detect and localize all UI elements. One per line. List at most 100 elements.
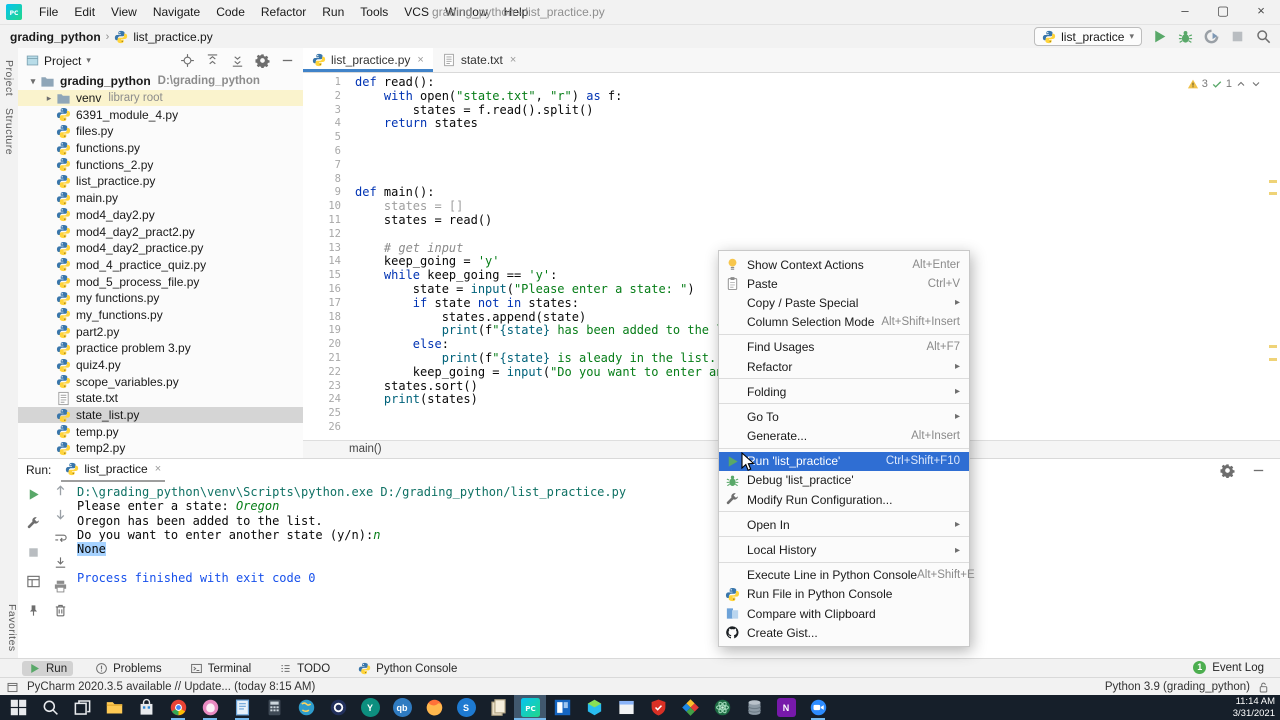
- context-menu-item-run-list-practice[interactable]: Run 'list_practice' Ctrl+Shift+F10: [719, 451, 969, 471]
- taskbar-button-store[interactable]: [130, 695, 162, 720]
- interpreter-label[interactable]: Python 3.9 (grading_python): [1105, 681, 1250, 693]
- menu-code[interactable]: Code: [208, 5, 253, 19]
- hide-panel-icon[interactable]: [1251, 463, 1266, 478]
- up-arrow-icon[interactable]: [53, 483, 68, 498]
- maximize-icon[interactable]: ▢: [1204, 0, 1242, 23]
- minimize-icon[interactable]: –: [1166, 0, 1204, 23]
- taskbar-button-white-window-app[interactable]: [610, 695, 642, 720]
- tree-item-scope-variables-py[interactable]: scope_variables.py: [18, 373, 303, 390]
- context-menu-item-go-to[interactable]: Go To: [719, 407, 969, 426]
- taskbar-button-task-view[interactable]: [66, 695, 98, 720]
- breadcrumb-project[interactable]: grading_python: [10, 30, 101, 44]
- editor-tab-state-txt[interactable]: state.txt ×: [433, 48, 525, 72]
- menu-edit[interactable]: Edit: [66, 5, 103, 19]
- tool-window-button-todo[interactable]: TODO: [273, 661, 336, 676]
- menu-vcs[interactable]: VCS: [396, 5, 437, 19]
- context-menu-item-find-usages[interactable]: Find Usages Alt+F7: [719, 338, 969, 357]
- tree-item-mod-4-practice-quiz-py[interactable]: mod_4_practice_quiz.py: [18, 257, 303, 274]
- context-menu-item-run-file-in-python-console[interactable]: Run File in Python Console: [719, 585, 969, 604]
- clear-console-icon[interactable]: [53, 603, 68, 618]
- tool-stripe-project[interactable]: Project: [3, 60, 15, 96]
- tree-item-mod-5-process-file-py[interactable]: mod_5_process_file.py: [18, 273, 303, 290]
- tree-item-state-txt[interactable]: state.txt: [18, 390, 303, 407]
- taskbar-button-chrome[interactable]: [162, 695, 194, 720]
- menu-file[interactable]: File: [31, 5, 66, 19]
- menu-refactor[interactable]: Refactor: [253, 5, 314, 19]
- tool-window-button-problems[interactable]: Problems: [89, 661, 168, 676]
- taskbar-button-red-shield-app[interactable]: [642, 695, 674, 720]
- taskbar-button-notepad[interactable]: [226, 695, 258, 720]
- tree-item-part2-py[interactable]: part2.py: [18, 323, 303, 340]
- console-output[interactable]: D:\grading_python\venv\Scripts\python.ex…: [77, 485, 1280, 585]
- pin-icon[interactable]: [26, 603, 41, 618]
- context-menu-item-generate[interactable]: Generate... Alt+Insert: [719, 427, 969, 449]
- context-menu-item-folding[interactable]: Folding: [719, 382, 969, 405]
- search-everywhere-icon[interactable]: [1255, 28, 1272, 45]
- soft-wrap-icon[interactable]: [53, 531, 68, 546]
- tool-window-button-run[interactable]: Run: [22, 661, 74, 676]
- tree-item-functions-2-py[interactable]: functions_2.py: [18, 156, 303, 173]
- taskbar-button-y-app[interactable]: Y: [354, 695, 386, 720]
- run-console-tab[interactable]: list_practice ×: [61, 458, 166, 482]
- collapse-all-icon[interactable]: [230, 53, 245, 68]
- menu-navigate[interactable]: Navigate: [145, 5, 208, 19]
- tree-item-list-practice-py[interactable]: list_practice.py: [18, 173, 303, 190]
- taskbar-button-calculator[interactable]: [258, 695, 290, 720]
- breadcrumb-file[interactable]: list_practice.py: [133, 30, 212, 44]
- code-line-3[interactable]: 3 states = f.read().split(): [303, 103, 1280, 118]
- menu-tools[interactable]: Tools: [352, 5, 396, 19]
- context-menu-item-column-selection-mode[interactable]: Column Selection Mode Alt+Shift+Insert: [719, 313, 969, 335]
- tool-stripe-structure[interactable]: Structure: [3, 108, 15, 155]
- context-menu-item-local-history[interactable]: Local History: [719, 540, 969, 563]
- wrench-icon[interactable]: [26, 516, 41, 531]
- gear-icon[interactable]: [1220, 463, 1235, 478]
- stop-icon[interactable]: [26, 545, 41, 560]
- context-menu-item-open-in[interactable]: Open In: [719, 515, 969, 538]
- tree-item-mod4-day2-py[interactable]: mod4_day2.py: [18, 207, 303, 224]
- close-icon[interactable]: ×: [155, 463, 161, 475]
- taskbar-button-zoom[interactable]: [802, 695, 834, 720]
- gear-icon[interactable]: [255, 53, 270, 68]
- taskbar-button-search[interactable]: [34, 695, 66, 720]
- tree-item-my-functions-py[interactable]: my functions.py: [18, 290, 303, 307]
- tree-item-state-list-py[interactable]: state_list.py: [18, 406, 303, 424]
- tool-stripe-favorites[interactable]: Favorites: [6, 604, 18, 652]
- code-line-7[interactable]: 7: [303, 159, 1280, 173]
- tree-item-my-functions-py[interactable]: my_functions.py: [18, 307, 303, 324]
- context-menu-item-paste[interactable]: Paste Ctrl+V: [719, 274, 969, 293]
- context-menu-item-refactor[interactable]: Refactor: [719, 357, 969, 380]
- context-menu-item-debug-list-practice[interactable]: Debug 'list_practice': [719, 471, 969, 490]
- tree-item-6391-module-4-py[interactable]: 6391_module_4.py: [18, 106, 303, 123]
- tree-item-files-py[interactable]: files.py: [18, 123, 303, 140]
- window-icon[interactable]: [6, 681, 19, 694]
- taskbar-button-quickbooks[interactable]: qb: [386, 695, 418, 720]
- taskbar-button-globe-app[interactable]: [290, 695, 322, 720]
- tree-item-practice-problem-3-py[interactable]: practice problem 3.py: [18, 340, 303, 357]
- scroll-to-end-icon[interactable]: [53, 555, 68, 570]
- print-icon[interactable]: [53, 579, 68, 594]
- menu-run[interactable]: Run: [314, 5, 352, 19]
- editor-tab-list-practice-py[interactable]: list_practice.py ×: [303, 48, 433, 72]
- tree-item-temp2-py[interactable]: temp2.py: [18, 440, 303, 457]
- context-menu-item-copy-paste-special[interactable]: Copy / Paste Special: [719, 293, 969, 312]
- rerun-icon[interactable]: [26, 487, 41, 502]
- menu-view[interactable]: View: [103, 5, 145, 19]
- context-menu-item-modify-run-configuration[interactable]: Modify Run Configuration...: [719, 490, 969, 513]
- taskbar-clock[interactable]: 11:14 AM 3/31/2021: [1233, 696, 1275, 719]
- close-icon[interactable]: ×: [1242, 0, 1280, 23]
- chevron-down-icon[interactable]: ▾: [86, 55, 91, 66]
- debug-button[interactable]: [1177, 28, 1194, 45]
- taskbar-button-file-explorer[interactable]: [98, 695, 130, 720]
- tree-item-functions-py[interactable]: functions.py: [18, 140, 303, 157]
- event-log-button[interactable]: 1 Event Log: [1193, 661, 1264, 674]
- hide-panel-icon[interactable]: [280, 53, 295, 68]
- taskbar-button-blue-tile-app[interactable]: [546, 695, 578, 720]
- run-button[interactable]: [1151, 28, 1168, 45]
- context-menu-item-create-gist[interactable]: Create Gist...: [719, 623, 969, 642]
- tree-item-grading-python[interactable]: ▾ grading_python D:\grading_python: [18, 73, 303, 90]
- taskbar-button-onenote[interactable]: N: [770, 695, 802, 720]
- restore-layout-icon[interactable]: [26, 574, 41, 589]
- close-icon[interactable]: ×: [510, 54, 516, 66]
- tree-item-main-py[interactable]: main.py: [18, 190, 303, 207]
- code-line-2[interactable]: 2 with open("state.txt", "r") as f:: [303, 89, 1280, 104]
